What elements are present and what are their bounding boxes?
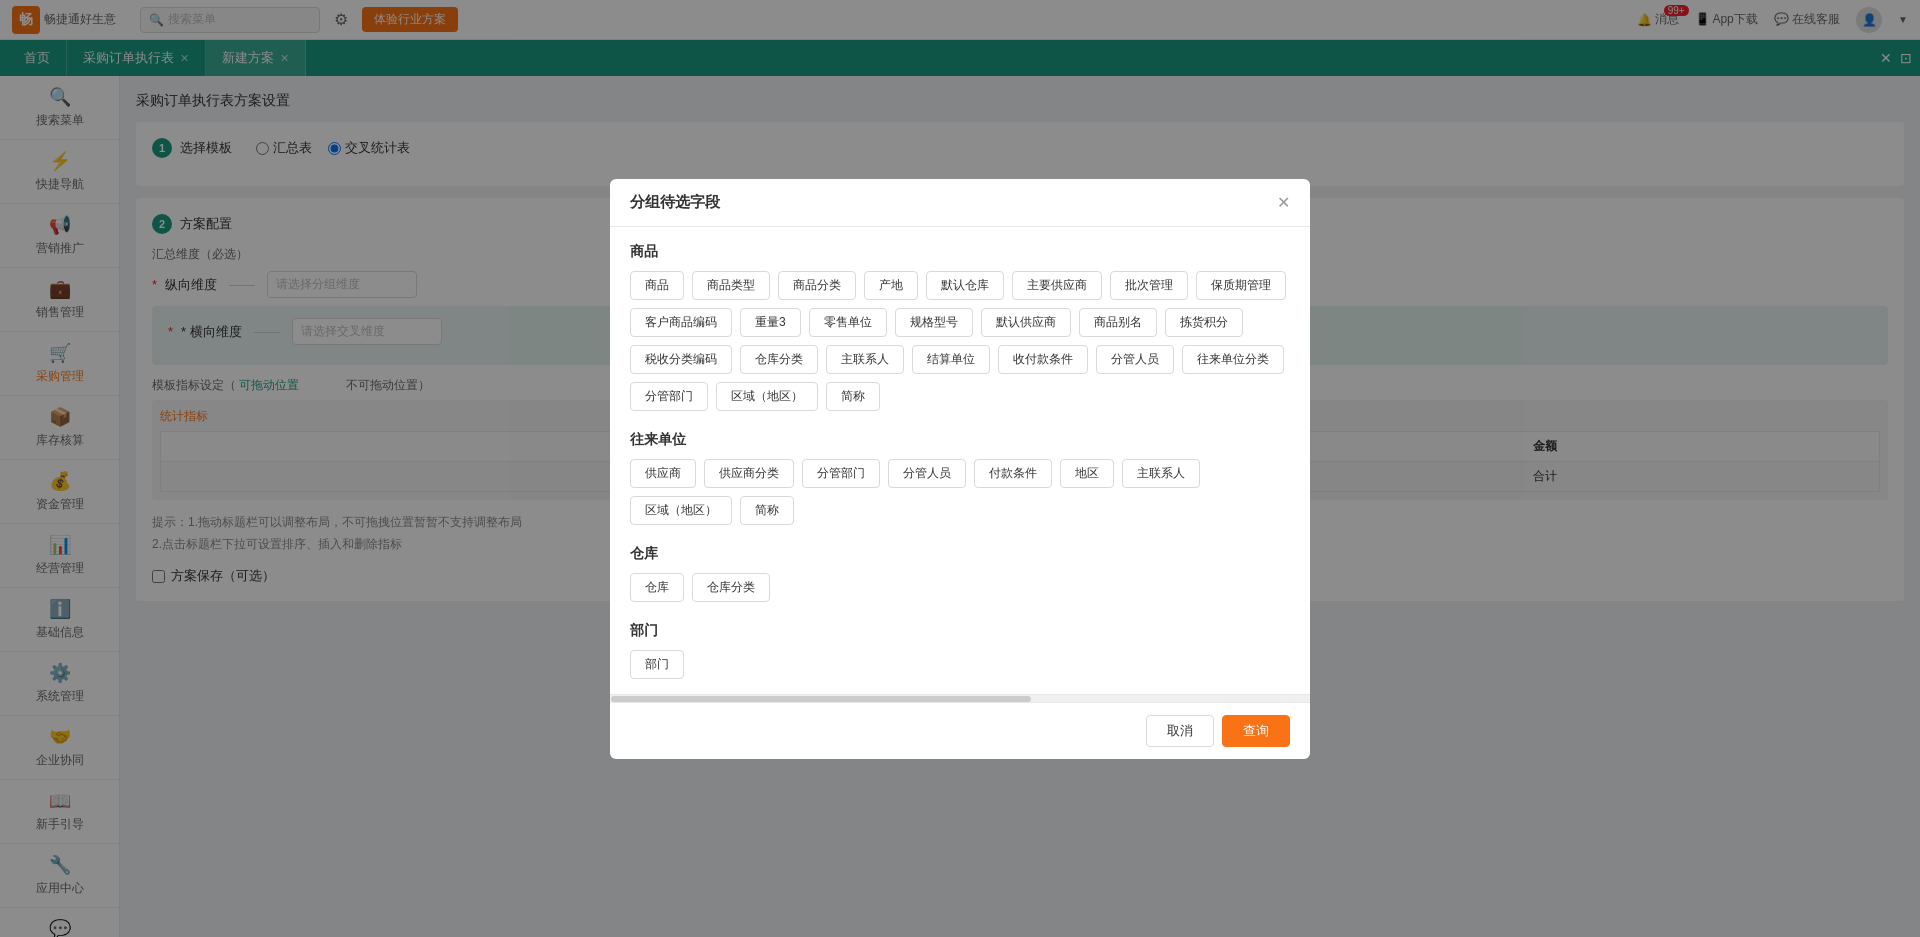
field-tag-warehouse-cat2[interactable]: 仓库分类 — [692, 573, 770, 602]
field-tag-payment-cond[interactable]: 付款条件 — [974, 459, 1052, 488]
field-tag-tax-code[interactable]: 税收分类编码 — [630, 345, 732, 374]
field-tag-batch[interactable]: 批次管理 — [1110, 271, 1188, 300]
modal-body[interactable]: 商品 商品 商品类型 商品分类 产地 默认仓库 主要供应商 批次管理 保质期管理… — [610, 227, 1310, 694]
field-tag-warehouse-cat[interactable]: 仓库分类 — [740, 345, 818, 374]
field-tag-retail-unit[interactable]: 零售单位 — [809, 308, 887, 337]
field-tag-abbr-product[interactable]: 简称 — [826, 382, 880, 411]
field-tag-supplier-cat[interactable]: 供应商分类 — [704, 459, 794, 488]
category-product-title: 商品 — [630, 243, 1290, 261]
field-tag-main-supplier[interactable]: 主要供应商 — [1012, 271, 1102, 300]
field-tag-partner-dept[interactable]: 分管部门 — [802, 459, 880, 488]
field-tag-payment-terms[interactable]: 收付款条件 — [998, 345, 1088, 374]
field-tag-spec-model[interactable]: 规格型号 — [895, 308, 973, 337]
category-product: 商品 商品 商品类型 商品分类 产地 默认仓库 主要供应商 批次管理 保质期管理… — [630, 243, 1290, 411]
close-icon: ✕ — [1277, 194, 1290, 211]
partner-tags: 供应商 供应商分类 分管部门 分管人员 付款条件 地区 主联系人 区域（地区） … — [630, 459, 1290, 525]
field-select-modal: 分组待选字段 ✕ 商品 商品 商品类型 商品分类 产地 默认仓库 主要供应商 批… — [610, 179, 1310, 759]
category-department-title: 部门 — [630, 622, 1290, 640]
category-partner: 往来单位 供应商 供应商分类 分管部门 分管人员 付款条件 地区 主联系人 区域… — [630, 431, 1290, 525]
category-warehouse: 仓库 仓库 仓库分类 — [630, 545, 1290, 602]
modal-footer: 取消 查询 — [610, 702, 1310, 759]
modal-header: 分组待选字段 ✕ — [610, 179, 1310, 227]
field-tag-product-alias[interactable]: 商品别名 — [1079, 308, 1157, 337]
category-warehouse-title: 仓库 — [630, 545, 1290, 563]
modal-horizontal-scrollbar[interactable] — [610, 694, 1310, 702]
field-tag-abbr-partner[interactable]: 简称 — [740, 496, 794, 525]
field-tag-main-contact-partner[interactable]: 主联系人 — [1122, 459, 1200, 488]
field-tag-warehouse[interactable]: 仓库 — [630, 573, 684, 602]
field-tag-default-supplier[interactable]: 默认供应商 — [981, 308, 1071, 337]
field-tag-department[interactable]: 部门 — [630, 650, 684, 679]
confirm-button[interactable]: 查询 — [1222, 715, 1290, 747]
department-tags: 部门 — [630, 650, 1290, 679]
modal-title: 分组待选字段 — [630, 193, 720, 212]
cancel-button[interactable]: 取消 — [1146, 715, 1214, 747]
field-tag-product-category[interactable]: 商品分类 — [778, 271, 856, 300]
field-tag-partner-manager[interactable]: 分管人员 — [888, 459, 966, 488]
hscroll-thumb — [611, 696, 1031, 702]
modal-close-button[interactable]: ✕ — [1277, 193, 1290, 212]
field-tag-manager[interactable]: 分管人员 — [1096, 345, 1174, 374]
field-tag-main-contact[interactable]: 主联系人 — [826, 345, 904, 374]
field-tag-weight3[interactable]: 重量3 — [740, 308, 801, 337]
category-partner-title: 往来单位 — [630, 431, 1290, 449]
field-tag-settlement-unit[interactable]: 结算单位 — [912, 345, 990, 374]
modal-overlay: 分组待选字段 ✕ 商品 商品 商品类型 商品分类 产地 默认仓库 主要供应商 批… — [0, 0, 1920, 937]
field-tag-expiry[interactable]: 保质期管理 — [1196, 271, 1286, 300]
field-tag-region2-partner[interactable]: 区域（地区） — [630, 496, 732, 525]
field-tag-customer-code[interactable]: 客户商品编码 — [630, 308, 732, 337]
category-department: 部门 部门 — [630, 622, 1290, 679]
field-tag-product-type[interactable]: 商品类型 — [692, 271, 770, 300]
field-tag-region-partner[interactable]: 地区 — [1060, 459, 1114, 488]
warehouse-tags: 仓库 仓库分类 — [630, 573, 1290, 602]
field-tag-origin[interactable]: 产地 — [864, 271, 918, 300]
field-tag-dept[interactable]: 分管部门 — [630, 382, 708, 411]
field-tag-pick-points[interactable]: 拣货积分 — [1165, 308, 1243, 337]
product-tags: 商品 商品类型 商品分类 产地 默认仓库 主要供应商 批次管理 保质期管理 客户… — [630, 271, 1290, 411]
field-tag-product[interactable]: 商品 — [630, 271, 684, 300]
field-tag-default-warehouse[interactable]: 默认仓库 — [926, 271, 1004, 300]
field-tag-supplier[interactable]: 供应商 — [630, 459, 696, 488]
field-tag-partner-cat[interactable]: 往来单位分类 — [1182, 345, 1284, 374]
field-tag-region-product[interactable]: 区域（地区） — [716, 382, 818, 411]
